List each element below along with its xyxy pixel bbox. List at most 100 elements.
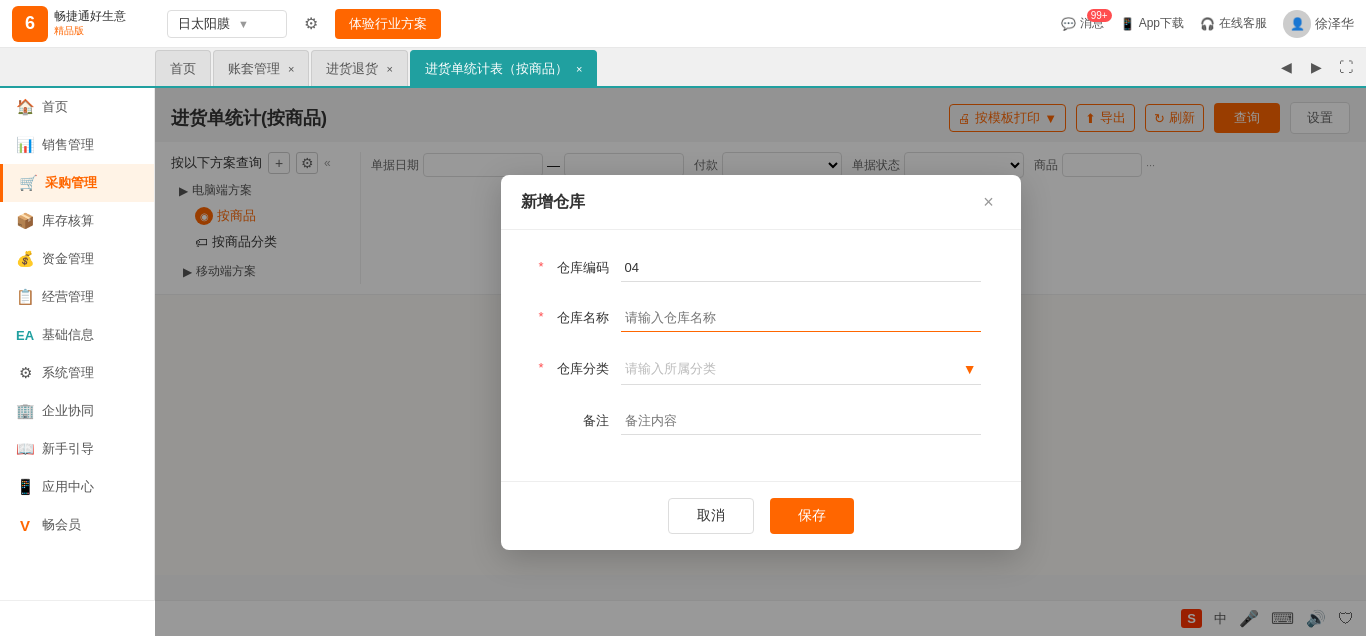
online-service-item[interactable]: 🎧 在线客服 <box>1200 15 1267 32</box>
header-mid: 日太阳膜 ▼ ⚙ 体验行业方案 <box>167 8 1061 40</box>
avatar: 👤 <box>1283 10 1311 38</box>
add-warehouse-modal: 新增仓库 × 仓库编码 仓库名称 仓库分类 <box>501 175 1021 550</box>
msg-item[interactable]: 💬 消息 99+ <box>1061 15 1104 32</box>
category-label: 仓库分类 <box>541 360 621 378</box>
sidebar-guide-label: 新手引导 <box>42 440 94 458</box>
sidebar-vip-label: 畅会员 <box>42 516 81 534</box>
store-selector[interactable]: 日太阳膜 ▼ <box>167 10 287 38</box>
online-service-label: 在线客服 <box>1219 15 1267 32</box>
logo-title: 畅捷通好生意 <box>54 9 126 25</box>
tab-purchase-return-close[interactable]: × <box>386 63 392 75</box>
note-input[interactable] <box>621 407 981 435</box>
category-field-row: 仓库分类 请输入所属分类 ▼ <box>541 354 981 385</box>
guide-icon: 📖 <box>16 440 34 458</box>
msg-badge: 99+ <box>1087 9 1112 22</box>
tab-purchase-return[interactable]: 进货退货 × <box>311 50 407 86</box>
headset-icon: 🎧 <box>1200 17 1215 31</box>
user-area[interactable]: 👤 徐泽华 <box>1283 10 1354 38</box>
sidebar-item-system[interactable]: ⚙ 系统管理 <box>0 354 154 392</box>
top-header: 6 畅捷通好生意 精品版 日太阳膜 ▼ ⚙ 体验行业方案 💬 消息 99+ 📱 … <box>0 0 1366 48</box>
sidebar-enterprise-label: 企业协同 <box>42 402 94 420</box>
sidebar-home-label: 首页 <box>42 98 68 116</box>
trial-btn[interactable]: 体验行业方案 <box>335 9 441 39</box>
tab-purchase-stat-label: 进货单统计表（按商品） <box>425 60 568 78</box>
logo-text-area: 畅捷通好生意 精品版 <box>54 9 126 39</box>
basic-info-icon: EA <box>16 326 34 344</box>
logo-icon: 6 <box>12 6 48 42</box>
system-icon: ⚙ <box>16 364 34 382</box>
main-layout: 🏠 首页 📊 销售管理 🛒 采购管理 📦 库存核算 💰 资金管理 📋 经营管理 … <box>0 88 1366 636</box>
sidebar-app-label: 应用中心 <box>42 478 94 496</box>
code-label: 仓库编码 <box>541 259 621 277</box>
tab-home[interactable]: 首页 <box>155 50 211 86</box>
tab-account[interactable]: 账套管理 × <box>213 50 309 86</box>
tab-account-close[interactable]: × <box>288 63 294 75</box>
name-field-row: 仓库名称 <box>541 304 981 332</box>
sidebar-item-inventory[interactable]: 📦 库存核算 <box>0 202 154 240</box>
app-download-label: App下载 <box>1139 15 1184 32</box>
logo-area: 6 畅捷通好生意 精品版 <box>12 6 167 42</box>
category-select[interactable]: 请输入所属分类 ▼ <box>621 354 981 385</box>
msg-icon: 💬 <box>1061 17 1076 31</box>
sidebar-item-home[interactable]: 🏠 首页 <box>0 88 154 126</box>
note-field-row: 备注 <box>541 407 981 435</box>
category-placeholder: 请输入所属分类 <box>625 360 716 378</box>
sidebar: 🏠 首页 📊 销售管理 🛒 采购管理 📦 库存核算 💰 资金管理 📋 经营管理 … <box>0 88 155 636</box>
header-settings-btn[interactable]: ⚙ <box>295 8 327 40</box>
tab-bar: 首页 账套管理 × 进货退货 × 进货单统计表（按商品） × ◀ ▶ ⛶ <box>0 48 1366 88</box>
enterprise-icon: 🏢 <box>16 402 34 420</box>
tab-expand-btn[interactable]: ⛶ <box>1334 55 1358 79</box>
inventory-icon: 📦 <box>16 212 34 230</box>
sidebar-item-basic[interactable]: EA 基础信息 <box>0 316 154 354</box>
modal-overlay: 新增仓库 × 仓库编码 仓库名称 仓库分类 <box>155 88 1366 636</box>
logo-sub: 精品版 <box>54 24 126 38</box>
tab-purchase-stat[interactable]: 进货单统计表（按商品） × <box>410 50 597 86</box>
sidebar-finance-label: 资金管理 <box>42 250 94 268</box>
content-area: 进货单统计(按商品) 🖨 按模板打印 ▼ ⬆ 导出 ↻ 刷新 查询 设置 <box>155 88 1366 636</box>
store-arrow-icon: ▼ <box>238 18 249 30</box>
header-right: 💬 消息 99+ 📱 App下载 🎧 在线客服 👤 徐泽华 <box>1061 10 1354 38</box>
sidebar-item-sales[interactable]: 📊 销售管理 <box>0 126 154 164</box>
finance-icon: 💰 <box>16 250 34 268</box>
app-download-item[interactable]: 📱 App下载 <box>1120 15 1184 32</box>
save-btn[interactable]: 保存 <box>770 498 854 534</box>
vip-icon: V <box>16 516 34 534</box>
modal-header: 新增仓库 × <box>501 175 1021 230</box>
modal-title: 新增仓库 <box>521 192 585 213</box>
tab-prev-btn[interactable]: ◀ <box>1274 55 1298 79</box>
modal-body: 仓库编码 仓库名称 仓库分类 请输入所属分类 ▼ <box>501 230 1021 481</box>
purchase-icon: 🛒 <box>19 174 37 192</box>
sidebar-inventory-label: 库存核算 <box>42 212 94 230</box>
phone-icon: 📱 <box>1120 17 1135 31</box>
sidebar-item-finance[interactable]: 💰 资金管理 <box>0 240 154 278</box>
business-icon: 📋 <box>16 288 34 306</box>
sidebar-business-label: 经营管理 <box>42 288 94 306</box>
sidebar-item-guide[interactable]: 📖 新手引导 <box>0 430 154 468</box>
sidebar-item-purchase[interactable]: 🛒 采购管理 <box>0 164 154 202</box>
username: 徐泽华 <box>1315 15 1354 33</box>
code-input[interactable] <box>621 254 981 282</box>
sidebar-system-label: 系统管理 <box>42 364 94 382</box>
sidebar-basic-label: 基础信息 <box>42 326 94 344</box>
sidebar-purchase-label: 采购管理 <box>45 174 97 192</box>
sidebar-item-business[interactable]: 📋 经营管理 <box>0 278 154 316</box>
sidebar-item-enterprise[interactable]: 🏢 企业协同 <box>0 392 154 430</box>
app-icon: 📱 <box>16 478 34 496</box>
modal-footer: 取消 保存 <box>501 481 1021 550</box>
home-icon: 🏠 <box>16 98 34 116</box>
sales-icon: 📊 <box>16 136 34 154</box>
modal-close-btn[interactable]: × <box>977 191 1001 215</box>
tab-next-btn[interactable]: ▶ <box>1304 55 1328 79</box>
sidebar-sales-label: 销售管理 <box>42 136 94 154</box>
tab-purchase-stat-close[interactable]: × <box>576 63 582 75</box>
code-field-row: 仓库编码 <box>541 254 981 282</box>
cancel-btn[interactable]: 取消 <box>668 498 754 534</box>
sidebar-item-app[interactable]: 📱 应用中心 <box>0 468 154 506</box>
name-label: 仓库名称 <box>541 309 621 327</box>
category-dropdown-icon: ▼ <box>963 361 977 377</box>
tab-purchase-return-label: 进货退货 <box>326 60 378 78</box>
store-name: 日太阳膜 <box>178 15 230 33</box>
name-input[interactable] <box>621 304 981 332</box>
tab-bar-right: ◀ ▶ ⛶ <box>1274 55 1366 79</box>
sidebar-item-vip[interactable]: V 畅会员 <box>0 506 154 544</box>
